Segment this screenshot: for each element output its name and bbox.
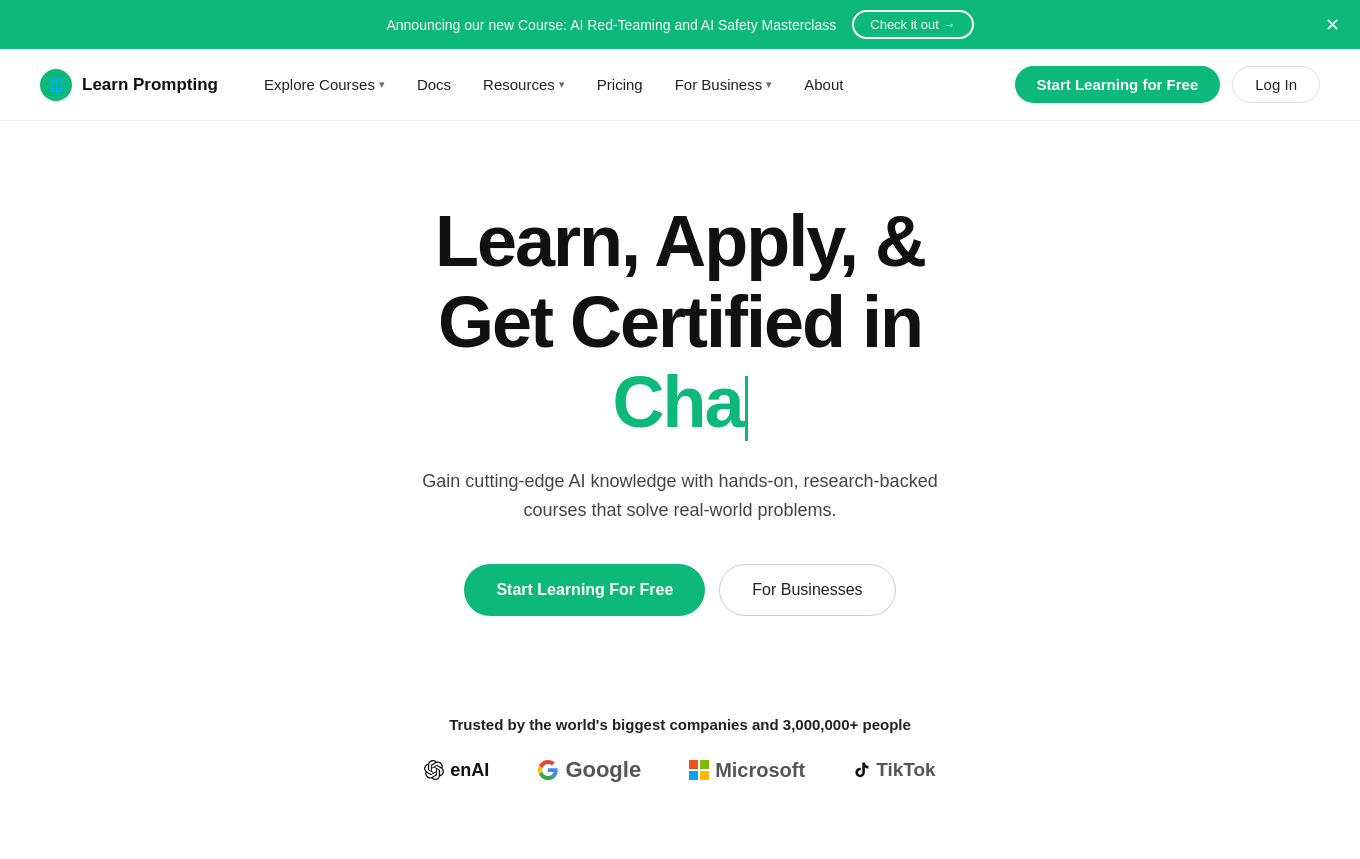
- banner-text: Announcing our new Course: AI Red-Teamin…: [386, 17, 836, 33]
- trust-text: Trusted by the world's biggest companies…: [449, 716, 911, 733]
- logo-text: Learn Prompting: [82, 75, 218, 95]
- hero-section: Learn, Apply, & Get Certified in Cha Gai…: [0, 121, 1360, 676]
- nav-docs[interactable]: Docs: [403, 68, 465, 101]
- nav-actions: Start Learning for Free Log In: [1015, 66, 1320, 103]
- logo[interactable]: 🌐 Learn Prompting: [40, 69, 218, 101]
- nav-for-business[interactable]: For Business ▾: [661, 68, 787, 101]
- hero-buttons: Start Learning For Free For Businesses: [464, 564, 895, 616]
- nav-pricing[interactable]: Pricing: [583, 68, 657, 101]
- openai-logo: enAI: [424, 760, 489, 781]
- trust-logos: enAI Google Microsoft TikTok: [424, 757, 935, 783]
- hero-start-free-button[interactable]: Start Learning For Free: [464, 564, 705, 616]
- announcement-banner: Announcing our new Course: AI Red-Teamin…: [0, 0, 1360, 49]
- logo-icon: 🌐: [40, 69, 72, 101]
- nav-resources[interactable]: Resources ▾: [469, 68, 579, 101]
- nav-links: Explore Courses ▾ Docs Resources ▾ Prici…: [250, 68, 983, 101]
- google-logo: Google: [537, 757, 641, 783]
- hero-businesses-button[interactable]: For Businesses: [719, 564, 895, 616]
- chevron-down-icon: ▾: [379, 78, 385, 91]
- microsoft-logo: Microsoft: [689, 759, 805, 782]
- chevron-down-icon: ▾: [766, 78, 772, 91]
- hero-title-colored: Cha: [612, 362, 747, 442]
- nav-start-free-button[interactable]: Start Learning for Free: [1015, 66, 1221, 103]
- nav-login-button[interactable]: Log In: [1232, 66, 1320, 103]
- cursor: [745, 376, 748, 441]
- banner-cta-button[interactable]: Check it out →: [852, 10, 973, 39]
- navbar: 🌐 Learn Prompting Explore Courses ▾ Docs…: [0, 49, 1360, 121]
- chevron-down-icon: ▾: [559, 78, 565, 91]
- nav-explore-courses[interactable]: Explore Courses ▾: [250, 68, 399, 101]
- tiktok-logo: TikTok: [853, 759, 935, 781]
- trust-section: Trusted by the world's biggest companies…: [0, 676, 1360, 843]
- banner-close-button[interactable]: ✕: [1325, 16, 1340, 34]
- microsoft-icon: [689, 760, 709, 780]
- hero-subtitle: Gain cutting-edge AI knowledge with hand…: [422, 467, 937, 525]
- hero-title: Learn, Apply, & Get Certified in Cha: [435, 201, 925, 443]
- nav-about[interactable]: About: [790, 68, 857, 101]
